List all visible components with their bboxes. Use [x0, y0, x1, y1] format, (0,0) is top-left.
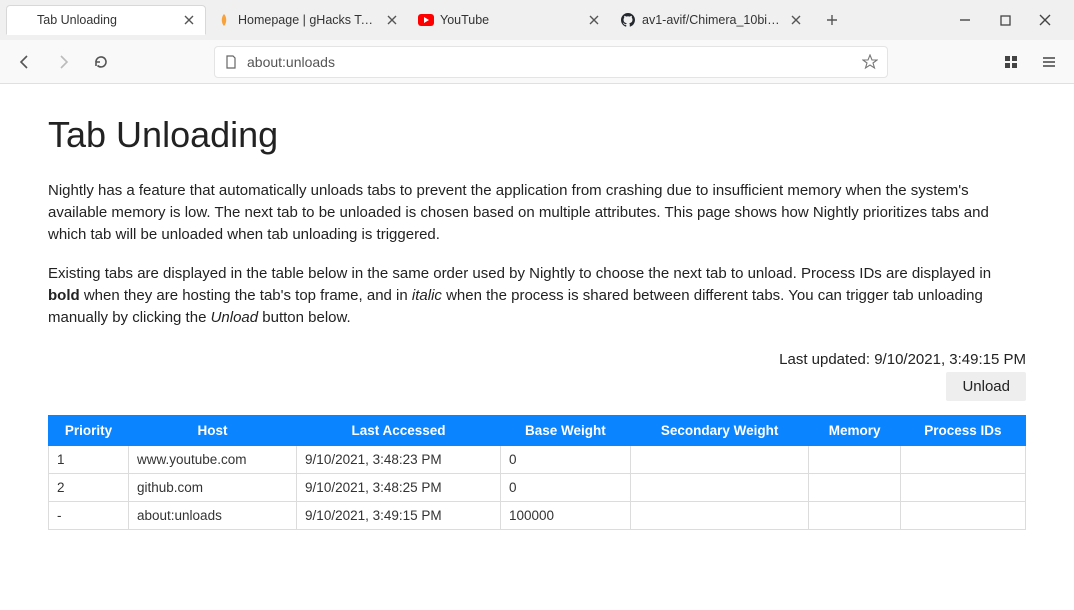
- favicon-ghacks: [216, 12, 232, 28]
- th-base-weight: Base Weight: [501, 415, 631, 445]
- last-updated: Last updated: 9/10/2021, 3:49:15 PM: [48, 351, 1026, 368]
- th-memory: Memory: [809, 415, 900, 445]
- close-icon[interactable]: [384, 12, 400, 28]
- maximize-icon[interactable]: [996, 11, 1014, 29]
- new-tab-button[interactable]: [818, 6, 846, 34]
- tab-strip: Tab Unloading Homepage | gHacks Technolo…: [0, 0, 1074, 40]
- forward-button[interactable]: [48, 47, 78, 77]
- url-text: about:unloads: [247, 54, 853, 70]
- page-content: Tab Unloading Nightly has a feature that…: [0, 84, 1074, 530]
- tabs-table: Priority Host Last Accessed Base Weight …: [48, 415, 1026, 530]
- th-secondary-weight: Secondary Weight: [630, 415, 809, 445]
- browser-window: Tab Unloading Homepage | gHacks Technolo…: [0, 0, 1074, 610]
- th-process-ids: Process IDs: [900, 415, 1025, 445]
- favicon-blank: [15, 12, 31, 28]
- close-icon[interactable]: [586, 12, 602, 28]
- reload-button[interactable]: [86, 47, 116, 77]
- tab-1[interactable]: Homepage | gHacks Technolo: [208, 5, 408, 35]
- table-row: 1 www.youtube.com 9/10/2021, 3:48:23 PM …: [49, 445, 1026, 473]
- page-title: Tab Unloading: [48, 114, 1026, 156]
- tab-title: Tab Unloading: [37, 13, 175, 27]
- th-host: Host: [129, 415, 297, 445]
- th-priority: Priority: [49, 415, 129, 445]
- page-icon: [223, 54, 239, 70]
- toolbar: about:unloads: [0, 40, 1074, 84]
- tab-2[interactable]: YouTube: [410, 5, 610, 35]
- window-controls: [956, 11, 1068, 29]
- tab-3[interactable]: av1-avif/Chimera_10bit_cro: [612, 5, 812, 35]
- unload-button[interactable]: Unload: [946, 372, 1026, 401]
- favicon-github: [620, 12, 636, 28]
- bookmark-star-icon[interactable]: [861, 53, 879, 71]
- extensions-button[interactable]: [996, 47, 1026, 77]
- close-icon[interactable]: [788, 12, 804, 28]
- url-bar[interactable]: about:unloads: [214, 46, 888, 78]
- tab-title: Homepage | gHacks Technolo: [238, 13, 378, 27]
- intro-paragraph-1: Nightly has a feature that automatically…: [48, 180, 1026, 245]
- tab-title: YouTube: [440, 13, 580, 27]
- favicon-youtube: [418, 12, 434, 28]
- th-last-accessed: Last Accessed: [297, 415, 501, 445]
- close-window-icon[interactable]: [1036, 11, 1054, 29]
- close-icon[interactable]: [181, 12, 197, 28]
- menu-button[interactable]: [1034, 47, 1064, 77]
- table-row: 2 github.com 9/10/2021, 3:48:25 PM 0: [49, 473, 1026, 501]
- tab-title: av1-avif/Chimera_10bit_cro: [642, 13, 782, 27]
- back-button[interactable]: [10, 47, 40, 77]
- minimize-icon[interactable]: [956, 11, 974, 29]
- table-row: - about:unloads 9/10/2021, 3:49:15 PM 10…: [49, 501, 1026, 529]
- tab-0[interactable]: Tab Unloading: [6, 5, 206, 35]
- intro-paragraph-2: Existing tabs are displayed in the table…: [48, 263, 1026, 328]
